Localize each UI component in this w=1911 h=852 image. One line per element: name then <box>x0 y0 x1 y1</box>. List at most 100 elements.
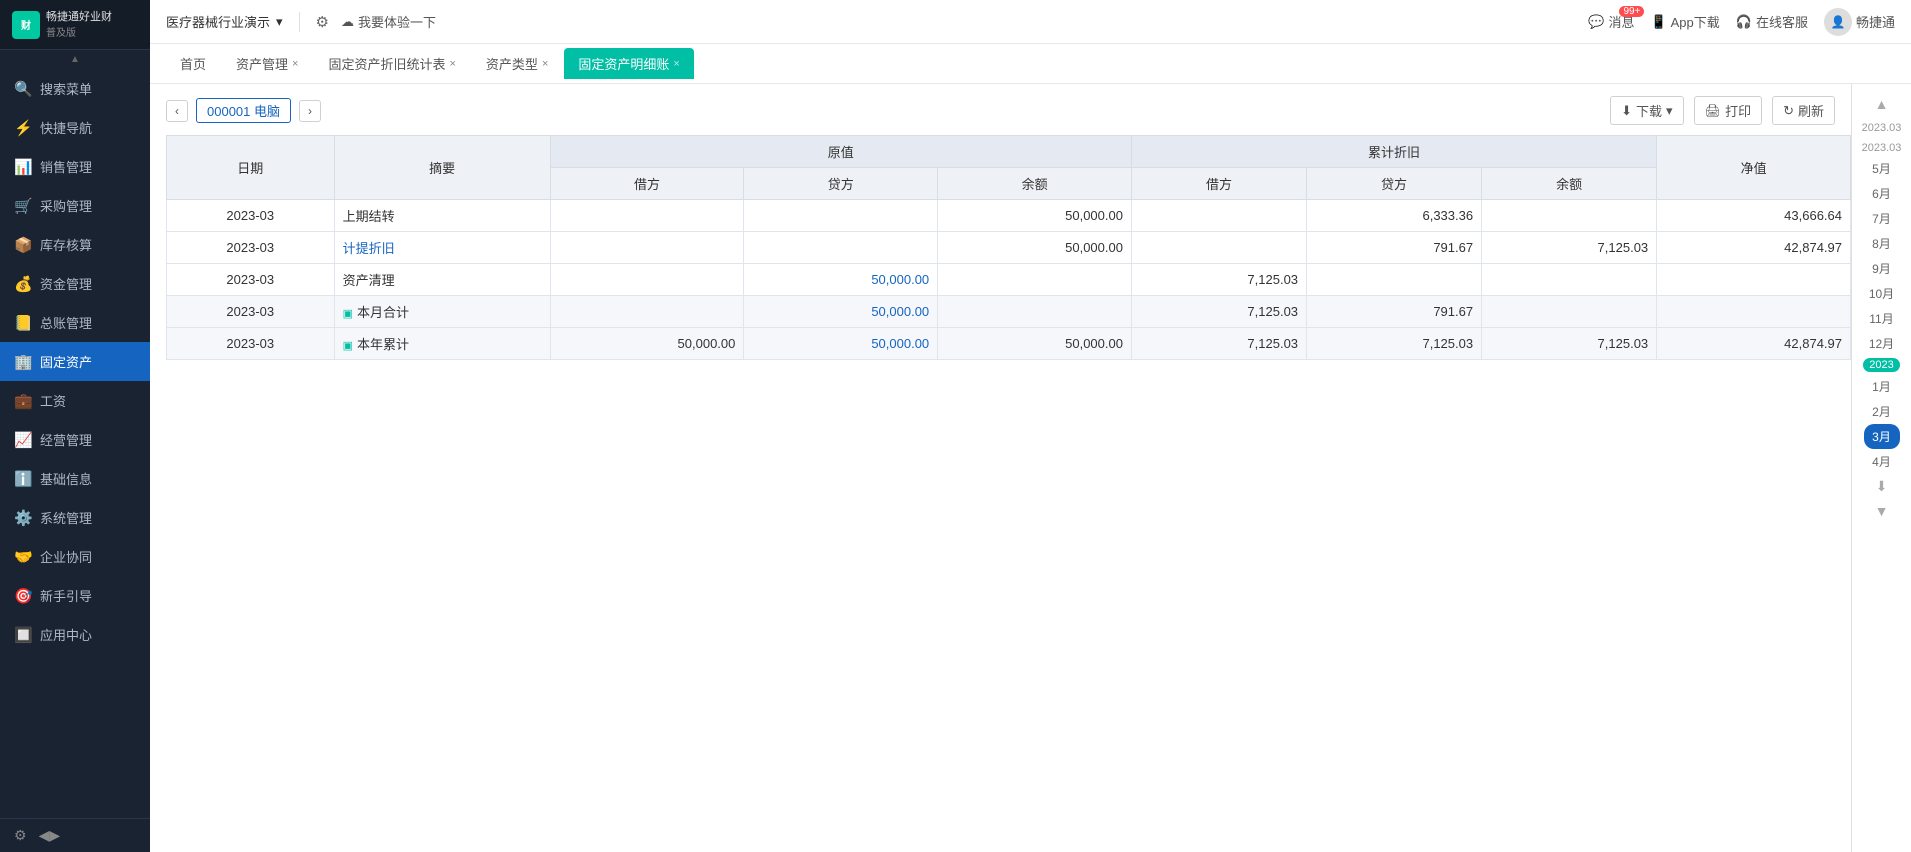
timeline-month-10[interactable]: 10月 <box>1852 281 1911 306</box>
timeline-month-12[interactable]: 12月 <box>1852 331 1911 356</box>
tab-depreciation-stats[interactable]: 固定资产折旧统计表 × <box>314 48 469 79</box>
online-service-button[interactable]: 🎧 在线客服 <box>1736 12 1808 31</box>
cell-orig-credit-4[interactable]: 50,000.00 <box>744 328 938 360</box>
row-icon-3: ▣ <box>343 308 353 320</box>
tab-home[interactable]: 首页 <box>166 48 220 79</box>
sidebar-item-guide[interactable]: 🎯 新手引导 <box>0 576 150 615</box>
sidebar-item-salary[interactable]: 💼 工资 <box>0 381 150 420</box>
sidebar-item-app-center[interactable]: 🔲 应用中心 <box>0 615 150 654</box>
cell-date-4: 2023-03 <box>167 328 335 360</box>
col-orig-credit: 贷方 <box>744 168 938 200</box>
sidebar-item-label: 新手引导 <box>40 586 92 605</box>
ledger-table: 日期 摘要 原值 累计折旧 净值 借方 贷方 余额 借方 贷方 余额 <box>166 135 1851 360</box>
tab-depreciation-stats-close[interactable]: × <box>449 58 455 70</box>
cell-net-value-3 <box>1657 296 1851 328</box>
company-selector[interactable]: 医疗器械行业演示 ▾ <box>166 12 283 31</box>
sidebar-item-label: 快捷导航 <box>40 118 92 137</box>
app-center-icon: 🔲 <box>14 626 32 644</box>
timeline-down-icon: ⬇ <box>1872 474 1892 499</box>
timeline-month-1[interactable]: 1月 <box>1852 374 1911 399</box>
sidebar-item-search[interactable]: 🔍 搜索菜单 <box>0 69 150 108</box>
asset-next-button[interactable]: › <box>299 100 321 122</box>
row-link-1[interactable]: 计提折旧 <box>343 241 395 256</box>
cell-dep-balance-3 <box>1482 296 1657 328</box>
download-label: 下载 <box>1636 101 1662 120</box>
cell-date-1: 2023-03 <box>167 232 335 264</box>
asset-prev-button[interactable]: ‹ <box>166 100 188 122</box>
col-original-value-group: 原值 <box>550 136 1131 168</box>
timeline-month-4[interactable]: 4月 <box>1852 449 1911 474</box>
timeline-next-button[interactable]: ▼ <box>1871 499 1893 523</box>
asset-tag: 000001 电脑 <box>196 98 291 123</box>
cell-dep-debit-4: 7,125.03 <box>1131 328 1306 360</box>
timeline-month-9[interactable]: 9月 <box>1852 256 1911 281</box>
tab-asset-detail[interactable]: 固定资产明细账 × <box>564 48 693 79</box>
cell-dep-credit-2 <box>1307 264 1482 296</box>
sidebar-item-basic-info[interactable]: ℹ️ 基础信息 <box>0 459 150 498</box>
tab-asset-type[interactable]: 资产类型 × <box>472 48 562 79</box>
sidebar-item-sys-mgmt[interactable]: ⚙️ 系统管理 <box>0 498 150 537</box>
cell-dep-debit-2: 7,125.03 <box>1131 264 1306 296</box>
refresh-button[interactable]: ↻ 刷新 <box>1772 96 1835 125</box>
timeline-month-3-active[interactable]: 3月 <box>1864 424 1900 449</box>
sidebar-nav: 🔍 搜索菜单 ⚡ 快捷导航 📊 销售管理 🛒 采购管理 📦 库存核算 💰 资金管… <box>0 69 150 818</box>
sidebar-item-fixed-assets[interactable]: 🏢 固定资产 <box>0 342 150 381</box>
basic-info-icon: ℹ️ <box>14 470 32 488</box>
sidebar-item-quick-nav[interactable]: ⚡ 快捷导航 <box>0 108 150 147</box>
tab-asset-detail-close[interactable]: × <box>673 58 679 70</box>
timeline-month-11[interactable]: 11月 <box>1852 306 1911 331</box>
table-wrapper: 日期 摘要 原值 累计折旧 净值 借方 贷方 余额 借方 贷方 余额 <box>150 135 1851 852</box>
app-logo-icon: 财 <box>12 11 40 39</box>
sidebar-item-purchase[interactable]: 🛒 采购管理 <box>0 186 150 225</box>
download-button[interactable]: ⬇ 下载 ▾ <box>1610 96 1683 125</box>
experience-button[interactable]: ☁ 我要体验一下 <box>341 12 436 31</box>
cell-orig-balance-2 <box>938 264 1132 296</box>
settings-gear-icon[interactable]: ⚙ <box>316 13 329 31</box>
timeline-month-8[interactable]: 8月 <box>1852 231 1911 256</box>
col-orig-balance: 余额 <box>938 168 1132 200</box>
cell-orig-credit-2[interactable]: 50,000.00 <box>744 264 938 296</box>
cell-orig-credit-3[interactable]: 50,000.00 <box>744 296 938 328</box>
cell-net-value-0: 43,666.64 <box>1657 200 1851 232</box>
timeline-month-7[interactable]: 7月 <box>1852 206 1911 231</box>
cell-dep-balance-4: 7,125.03 <box>1482 328 1657 360</box>
sidebar-scroll-up[interactable]: ▲ <box>0 50 150 69</box>
finance-icon: 💰 <box>14 275 32 293</box>
timeline-month-5[interactable]: 5月 <box>1852 156 1911 181</box>
timeline-month-6[interactable]: 6月 <box>1852 181 1911 206</box>
cell-orig-debit-1 <box>550 232 744 264</box>
timeline-month-2[interactable]: 2月 <box>1852 399 1911 424</box>
print-button[interactable]: 🖨 打印 <box>1694 96 1763 125</box>
sidebar-item-sales[interactable]: 📊 销售管理 <box>0 147 150 186</box>
download-icon: ⬇ <box>1621 103 1632 119</box>
asset-name: 电脑 <box>254 104 280 119</box>
messages-button[interactable]: 💬 消息 99+ <box>1588 12 1634 31</box>
app-logo-text: 畅捷通好业财 普及版 <box>46 10 112 39</box>
sidebar-item-label: 基础信息 <box>40 469 92 488</box>
tab-depreciation-stats-label: 固定资产折旧统计表 <box>328 54 445 73</box>
sidebar-item-corp-collab[interactable]: 🤝 企业协同 <box>0 537 150 576</box>
settings-icon[interactable]: ⚙ <box>14 827 27 844</box>
corp-collab-icon: 🤝 <box>14 548 32 566</box>
refresh-label: 刷新 <box>1798 101 1824 120</box>
ledger-icon: 📒 <box>14 314 32 332</box>
timeline-prev-button[interactable]: ▲ <box>1871 92 1893 116</box>
sidebar-item-ops[interactable]: 📈 经营管理 <box>0 420 150 459</box>
purchase-icon: 🛒 <box>14 197 32 215</box>
timeline-year-top: 2023.03 <box>1862 122 1902 134</box>
app-download-button[interactable]: 📱 App下载 <box>1650 12 1719 31</box>
sidebar-item-ledger[interactable]: 📒 总账管理 <box>0 303 150 342</box>
user-area[interactable]: 👤 畅捷通 <box>1824 8 1895 36</box>
tab-asset-mgmt[interactable]: 资产管理 × <box>222 48 312 79</box>
tab-asset-mgmt-close[interactable]: × <box>292 58 298 70</box>
sidebar-item-inventory[interactable]: 📦 库存核算 <box>0 225 150 264</box>
tab-asset-mgmt-label: 资产管理 <box>236 54 288 73</box>
col-orig-debit: 借方 <box>550 168 744 200</box>
collapse-icon[interactable]: ◀▶ <box>39 827 61 844</box>
cell-summary-1[interactable]: 计提折旧 <box>334 232 550 264</box>
tab-asset-type-close[interactable]: × <box>542 58 548 70</box>
sidebar-item-finance[interactable]: 💰 资金管理 <box>0 264 150 303</box>
cell-net-value-1: 42,874.97 <box>1657 232 1851 264</box>
cell-summary-3: ▣本月合计 <box>334 296 550 328</box>
cell-date-3: 2023-03 <box>167 296 335 328</box>
